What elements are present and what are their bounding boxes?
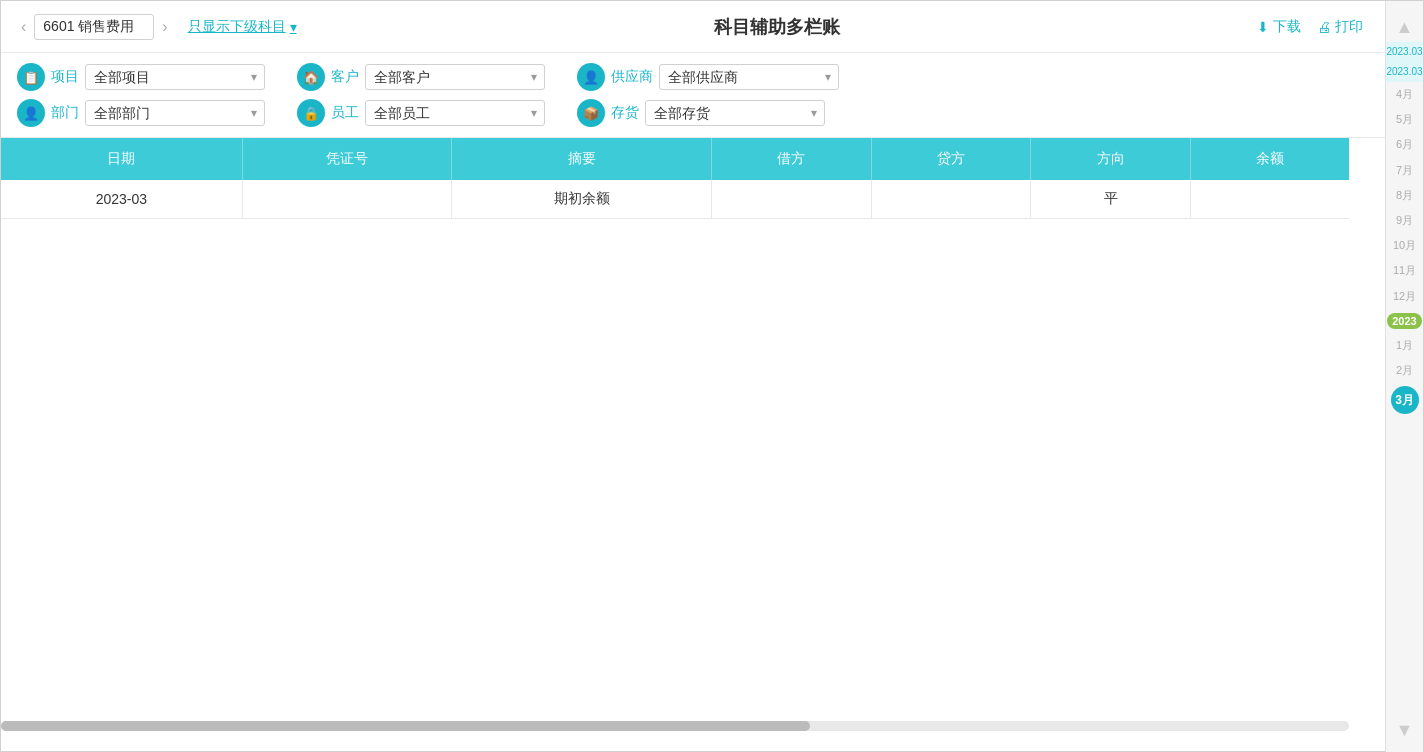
print-label: 打印 <box>1335 18 1363 36</box>
dept-label: 部门 <box>51 104 79 122</box>
customer-icon: 🏠 <box>297 63 325 91</box>
col-credit: 贷方 <box>871 138 1031 180</box>
project-select-wrapper: 全部项目 <box>85 64 265 90</box>
project-select[interactable]: 全部项目 <box>85 64 265 90</box>
filter-row-2: 👤 部门 全部部门 🔒 员工 全部员工 <box>17 99 1369 127</box>
account-code-box: 6601 销售费用 <box>34 14 154 40</box>
top-bar: ‹ 6601 销售费用 › 只显示下级科目 ▾ 科目辅助多栏账 ⬇ 下载 🖨 打… <box>1 1 1423 53</box>
horizontal-scrollbar-thumb[interactable] <box>1 721 810 731</box>
download-button[interactable]: ⬇ 下载 <box>1257 18 1301 36</box>
project-icon: 📋 <box>17 63 45 91</box>
cell-debit <box>711 180 871 219</box>
dept-select[interactable]: 全部部门 <box>85 100 265 126</box>
table-header-row: 日期 凭证号 摘要 借方 贷方 方向 余额 <box>1 138 1349 180</box>
supplier-icon: 👤 <box>577 63 605 91</box>
filter-bar: 📋 项目 全部项目 🏠 客户 全部客户 <box>1 53 1385 138</box>
ledger-table: 日期 凭证号 摘要 借方 贷方 方向 余额 2023-03 期初余额 <box>1 138 1349 219</box>
timeline-month-5[interactable]: 5月 <box>1386 107 1423 132</box>
filter-item-project: 📋 项目 全部项目 <box>17 63 265 91</box>
timeline-selected-1[interactable]: 2023.03 <box>1386 42 1423 62</box>
customer-select[interactable]: 全部客户 <box>365 64 545 90</box>
inventory-label: 存货 <box>611 104 639 122</box>
cell-direction: 平 <box>1031 180 1191 219</box>
show-sub-label-text: 只显示下级科目 <box>188 18 286 36</box>
timeline-month-12[interactable]: 12月 <box>1386 284 1423 309</box>
print-button[interactable]: 🖨 打印 <box>1317 18 1363 36</box>
supplier-label: 供应商 <box>611 68 653 86</box>
col-voucher: 凭证号 <box>242 138 452 180</box>
timeline-month-3-active[interactable]: 3月 <box>1391 386 1419 414</box>
col-date: 日期 <box>1 138 242 180</box>
cell-credit <box>871 180 1031 219</box>
horizontal-scrollbar-track[interactable] <box>1 721 1349 731</box>
timeline-month-11[interactable]: 11月 <box>1386 258 1423 283</box>
timeline-active-month-row: 3月 <box>1386 383 1423 417</box>
download-label: 下载 <box>1273 18 1301 36</box>
print-icon: 🖨 <box>1317 19 1331 35</box>
col-debit: 借方 <box>711 138 871 180</box>
filter-item-inventory: 📦 存货 全部存货 <box>577 99 825 127</box>
timeline-month-9[interactable]: 9月 <box>1386 208 1423 233</box>
timeline-month-4[interactable]: 4月 <box>1386 82 1423 107</box>
cell-voucher <box>242 180 452 219</box>
employee-select-wrapper: 全部员工 <box>365 100 545 126</box>
timeline-month-7[interactable]: 7月 <box>1386 158 1423 183</box>
cell-balance <box>1191 180 1349 219</box>
main-window: ‹ 6601 销售费用 › 只显示下级科目 ▾ 科目辅助多栏账 ⬇ 下载 🖨 打… <box>0 0 1424 752</box>
timeline-month-10[interactable]: 10月 <box>1386 233 1423 258</box>
filter-item-customer: 🏠 客户 全部客户 <box>297 63 545 91</box>
filter-item-employee: 🔒 员工 全部员工 <box>297 99 545 127</box>
show-sub-dropdown-icon: ▾ <box>290 19 297 35</box>
year-badge-row: 2023 <box>1386 309 1423 333</box>
employee-icon: 🔒 <box>297 99 325 127</box>
cell-date: 2023-03 <box>1 180 242 219</box>
inventory-icon: 📦 <box>577 99 605 127</box>
filter-item-dept: 👤 部门 全部部门 <box>17 99 265 127</box>
page-title: 科目辅助多栏账 <box>297 15 1258 39</box>
customer-label: 客户 <box>331 68 359 86</box>
nav-prev-arrow[interactable]: ‹ <box>17 18 30 36</box>
supplier-select-wrapper: 全部供应商 <box>659 64 839 90</box>
employee-select[interactable]: 全部员工 <box>365 100 545 126</box>
table-container: 日期 凭证号 摘要 借方 贷方 方向 余额 2023-03 期初余额 <box>1 138 1349 219</box>
employee-label: 员工 <box>331 104 359 122</box>
timeline-month-2[interactable]: 2月 <box>1386 358 1423 383</box>
col-balance: 余额 <box>1191 138 1349 180</box>
col-direction: 方向 <box>1031 138 1191 180</box>
dept-select-wrapper: 全部部门 <box>85 100 265 126</box>
supplier-select[interactable]: 全部供应商 <box>659 64 839 90</box>
timeline-down-arrow[interactable]: ▼ <box>1392 716 1418 745</box>
timeline-month-8[interactable]: 8月 <box>1386 183 1423 208</box>
timeline-month-6[interactable]: 6月 <box>1386 132 1423 157</box>
timeline-panel: ▲ 2023.03 2023.03 4月 5月 6月 7月 8月 9月 10月 … <box>1385 1 1423 752</box>
filter-item-supplier: 👤 供应商 全部供应商 <box>577 63 839 91</box>
col-summary: 摘要 <box>452 138 711 180</box>
inventory-select[interactable]: 全部存货 <box>645 100 825 126</box>
table-row: 2023-03 期初余额 平 <box>1 180 1349 219</box>
download-icon: ⬇ <box>1257 19 1269 35</box>
content-area: 📋 项目 全部项目 🏠 客户 全部客户 <box>1 53 1385 751</box>
timeline-selected-2[interactable]: 2023.03 <box>1386 62 1423 82</box>
show-sub-toggle[interactable]: 只显示下级科目 ▾ <box>188 18 297 36</box>
inventory-select-wrapper: 全部存货 <box>645 100 825 126</box>
timeline-up-arrow[interactable]: ▲ <box>1392 13 1418 42</box>
customer-select-wrapper: 全部客户 <box>365 64 545 90</box>
nav-next-arrow[interactable]: › <box>158 18 171 36</box>
timeline-month-1[interactable]: 1月 <box>1386 333 1423 358</box>
dept-icon: 👤 <box>17 99 45 127</box>
cell-summary: 期初余额 <box>452 180 711 219</box>
project-label: 项目 <box>51 68 79 86</box>
year-badge[interactable]: 2023 <box>1387 313 1421 329</box>
filter-row-1: 📋 项目 全部项目 🏠 客户 全部客户 <box>17 63 1369 91</box>
